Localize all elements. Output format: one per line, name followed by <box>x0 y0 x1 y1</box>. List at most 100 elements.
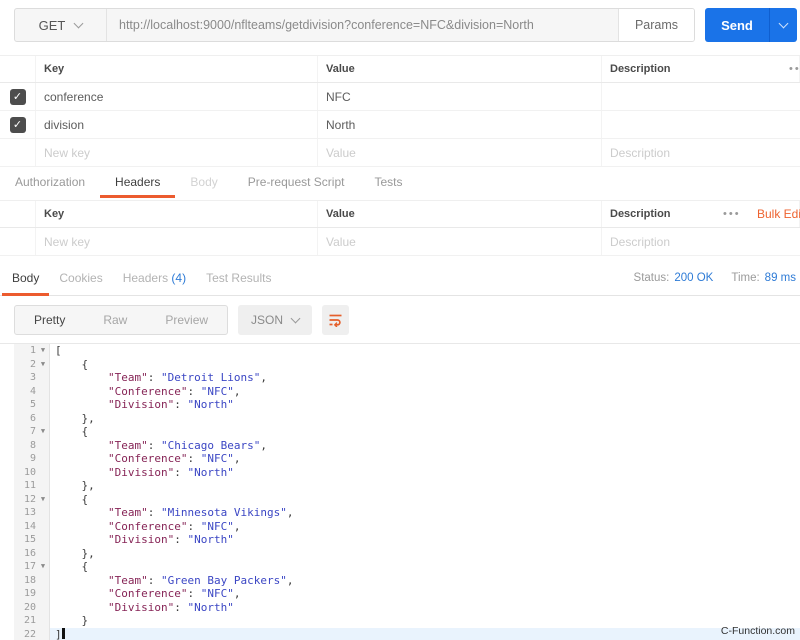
line-number: 13 <box>23 507 36 518</box>
line-number: 14 <box>23 520 36 532</box>
code-line: 9 "Conference": "NFC", <box>0 452 800 466</box>
headers-new-value-input[interactable]: Value <box>318 228 602 255</box>
chevron-down-icon <box>290 313 301 323</box>
code-line: 5 "Division": "North" <box>0 398 800 412</box>
response-body-editor[interactable]: 1 ▼[2 ▼ {3 "Team": "Detroit Lions", 4 "Conf… <box>0 343 800 640</box>
line-number: 12 <box>23 493 36 505</box>
param-description-cell[interactable] <box>602 83 800 110</box>
code-line: 3 "Team": "Detroit Lions", <box>0 371 800 385</box>
headers-new-key-input[interactable]: New key <box>36 228 318 255</box>
headers-new-description-input[interactable]: Description <box>602 228 800 255</box>
time-value: 89 ms <box>764 271 796 284</box>
code-line: 7 ▼ { <box>0 425 800 439</box>
request-tab-tests[interactable]: Tests <box>359 170 417 198</box>
line-number: 22 <box>23 628 36 640</box>
code-line: 16 }, <box>0 547 800 561</box>
code-line: 15 "Division": "North" <box>0 533 800 547</box>
line-number: 5 <box>29 399 36 410</box>
status-badge: 200 OK <box>674 271 714 284</box>
headers-menu-icon[interactable]: ••• <box>723 201 741 227</box>
line-number: 19 <box>23 588 36 599</box>
chevron-down-icon <box>73 18 84 28</box>
format-dropdown[interactable]: JSON <box>238 305 313 335</box>
response-tab-body[interactable]: Body <box>2 263 50 296</box>
request-tab-body[interactable]: Body <box>175 170 232 198</box>
request-bar: GET Params Send <box>14 8 797 42</box>
method-dropdown[interactable]: GET <box>15 9 107 41</box>
param-checkbox[interactable]: ✓ <box>9 88 26 105</box>
url-input[interactable] <box>107 9 618 41</box>
bulk-edit-link[interactable]: Bulk Edit <box>757 201 800 227</box>
params-new-value-input[interactable]: Value <box>318 139 602 166</box>
send-dropdown-button[interactable] <box>769 8 797 42</box>
line-number: 16 <box>23 547 36 559</box>
param-value-cell[interactable]: NFC <box>318 83 602 110</box>
code-line: 22] <box>0 627 800 640</box>
code-line: 19 "Conference": "NFC", <box>0 587 800 601</box>
request-tab-authorization[interactable]: Authorization <box>0 170 100 198</box>
time-label: Time: <box>731 271 760 284</box>
line-number: 7 <box>29 426 36 437</box>
param-row-division: ✓ division North <box>0 111 800 139</box>
fold-arrow-icon[interactable]: ▼ <box>36 425 50 439</box>
headers-key-header: Key <box>36 201 318 227</box>
response-tab-cookies[interactable]: Cookies <box>49 263 112 296</box>
fold-arrow-icon[interactable]: ▼ <box>36 344 50 358</box>
params-new-key-input[interactable]: New key <box>36 139 318 166</box>
send-button[interactable]: Send <box>705 8 769 42</box>
line-number: 11 <box>23 480 36 491</box>
check-icon: ✓ <box>12 118 23 131</box>
code-line: 20 "Division": "North" <box>0 601 800 615</box>
response-tab-test-results[interactable]: Test Results <box>196 263 281 296</box>
code-line: 13 "Team": "Minnesota Vikings", <box>0 506 800 520</box>
params-description-header: Description <box>602 56 800 82</box>
params-new-row: New key Value Description <box>0 139 800 167</box>
code-line: 10 "Division": "North" <box>0 466 800 480</box>
line-number: 15 <box>23 534 36 545</box>
params-menu-icon[interactable]: ••• <box>789 56 800 82</box>
send-button-group: Send <box>705 8 797 42</box>
request-tab-headers[interactable]: Headers <box>100 170 176 198</box>
headers-value-header: Value <box>318 201 602 227</box>
param-value-cell[interactable]: North <box>318 111 602 138</box>
line-number: 18 <box>23 574 36 586</box>
line-number: 1 <box>29 345 36 356</box>
param-description-cell[interactable] <box>602 111 800 138</box>
headers-table: Key Value Description ••• Bulk Edit New … <box>0 200 800 256</box>
param-key-cell[interactable]: conference <box>36 83 318 110</box>
view-button-pretty[interactable]: Pretty <box>15 306 84 334</box>
wrap-lines-icon <box>329 314 342 327</box>
fold-arrow-icon[interactable]: ▼ <box>36 493 50 507</box>
line-number: 21 <box>23 615 36 626</box>
line-number: 8 <box>29 439 36 451</box>
status-label: Status: <box>633 271 670 284</box>
code-line: 14 "Conference": "NFC", <box>0 520 800 534</box>
request-tab-pre-request-script[interactable]: Pre-request Script <box>233 170 360 198</box>
line-number: 3 <box>29 372 36 383</box>
format-label: JSON <box>251 313 284 327</box>
params-button[interactable]: Params <box>618 9 694 41</box>
params-new-description-input[interactable]: Description <box>602 139 800 166</box>
chevron-down-icon <box>778 18 789 28</box>
query-params-table: Key Value Description ••• ✓ conferenceNFC… <box>0 55 800 167</box>
params-checkbox-column <box>0 56 36 82</box>
line-number: 10 <box>23 466 36 478</box>
fold-arrow-icon[interactable]: ▼ <box>36 560 50 574</box>
json-response: 1 ▼[2 ▼ {3 "Team": "Detroit Lions", 4 "Conf… <box>0 344 800 640</box>
response-tab-headers[interactable]: Headers (4) <box>113 263 196 296</box>
wrap-lines-button[interactable] <box>322 305 350 335</box>
line-number: 4 <box>29 385 36 397</box>
fold-arrow-icon[interactable]: ▼ <box>36 358 50 372</box>
view-button-preview[interactable]: Preview <box>146 306 227 334</box>
param-checkbox[interactable]: ✓ <box>9 116 26 133</box>
response-tabs-bar: Body Cookies Headers (4) Test Results Statu… <box>0 262 800 296</box>
param-key-cell[interactable]: division <box>36 111 318 138</box>
response-tabs: Body Cookies Headers (4) Test Results <box>2 263 281 296</box>
code-line: 11 }, <box>0 479 800 493</box>
headers-header-row: Key Value Description ••• Bulk Edit <box>0 200 800 228</box>
view-button-raw[interactable]: Raw <box>84 306 146 334</box>
headers-count-badge: (4) <box>171 271 187 285</box>
view-switcher: Pretty Raw Preview <box>14 305 229 335</box>
response-meta: Status: 200 OK Time: 89 ms <box>616 262 796 293</box>
params-value-header: Value <box>318 56 602 82</box>
